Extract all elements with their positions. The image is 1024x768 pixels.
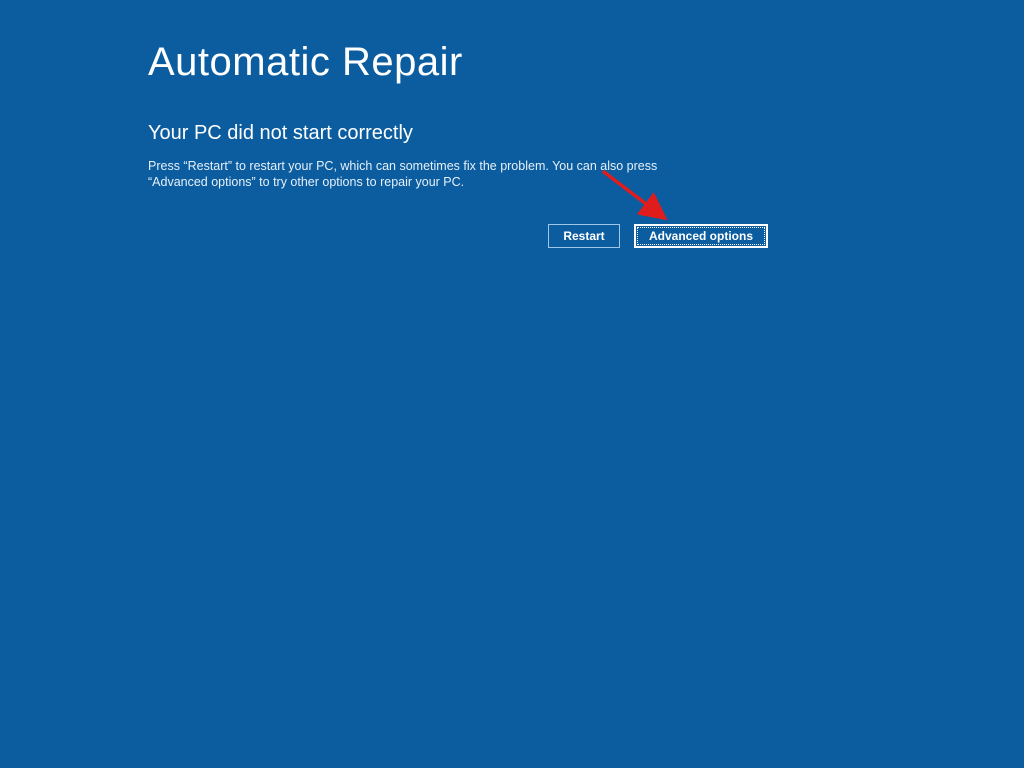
page-subtitle: Your PC did not start correctly — [148, 122, 768, 145]
advanced-options-button[interactable]: Advanced options — [634, 224, 768, 248]
restart-button[interactable]: Restart — [548, 224, 620, 248]
page-title: Automatic Repair — [148, 40, 768, 84]
content-block: Automatic Repair Your PC did not start c… — [148, 40, 768, 204]
advanced-options-button-label: Advanced options — [649, 229, 753, 243]
button-row: Restart Advanced options — [548, 224, 768, 248]
restart-button-label: Restart — [563, 229, 604, 243]
page-body-text: Press “Restart” to restart your PC, whic… — [148, 158, 708, 192]
recovery-screen: Automatic Repair Your PC did not start c… — [0, 0, 1024, 768]
